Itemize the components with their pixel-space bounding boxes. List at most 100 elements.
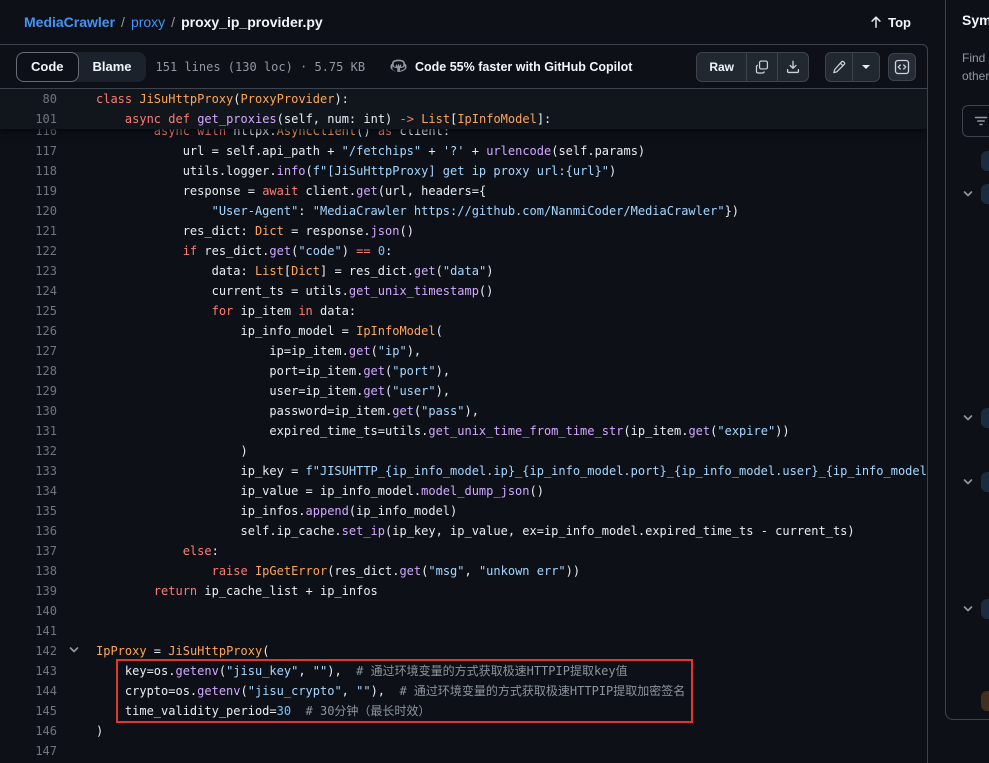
line-number[interactable]: 134 xyxy=(0,481,57,501)
symbols-panel: Symbols Find definitions and references … xyxy=(945,0,989,720)
breadcrumb-separator: / xyxy=(121,14,125,30)
symbols-panel-title: Symbols xyxy=(962,12,989,28)
code-text: password=ip_item.get("pass"), xyxy=(96,401,927,421)
download-button[interactable] xyxy=(778,53,808,81)
tab-blame[interactable]: Blame xyxy=(79,52,146,82)
line-number[interactable]: 144 xyxy=(0,681,57,701)
line-number[interactable]: 141 xyxy=(0,621,57,641)
line-number[interactable]: 146 xyxy=(0,721,57,741)
line-number[interactable]: 130 xyxy=(0,401,57,421)
file-actions: Raw xyxy=(696,52,916,82)
code-text: raise IpGetError(res_dict.get("msg", "un… xyxy=(96,561,927,581)
line-number[interactable]: 125 xyxy=(0,301,57,321)
gutter xyxy=(57,741,96,761)
line-number[interactable]: 123 xyxy=(0,261,57,281)
symbols-toggle-button[interactable] xyxy=(888,53,916,81)
line-number[interactable]: 139 xyxy=(0,581,57,601)
pencil-icon xyxy=(832,60,846,74)
code-line: 122 if res_dict.get("code") == 0: xyxy=(0,241,927,261)
symbols-panel-description: Find definitions and references for func… xyxy=(962,49,989,85)
line-number[interactable]: 117 xyxy=(0,141,57,161)
symbol-pill[interactable] xyxy=(981,472,989,492)
gutter xyxy=(57,201,96,221)
line-number[interactable]: 142 xyxy=(0,641,57,661)
breadcrumb-folder-link[interactable]: proxy xyxy=(131,14,165,30)
symbol-pill[interactable] xyxy=(981,184,989,204)
code-line: 134 ip_value = ip_info_model.model_dump_… xyxy=(0,481,927,501)
line-number[interactable]: 143 xyxy=(0,661,57,681)
gutter xyxy=(57,641,96,661)
gutter xyxy=(57,701,96,721)
line-number[interactable]: 121 xyxy=(0,221,57,241)
chevron-down-icon[interactable] xyxy=(963,604,973,614)
code-line: 121 res_dict: Dict = response.json() xyxy=(0,221,927,241)
breadcrumb-repo-link[interactable]: MediaCrawler xyxy=(24,14,115,30)
code-text xyxy=(96,741,927,761)
code-line: 141 xyxy=(0,621,927,641)
gutter xyxy=(57,161,96,181)
line-number[interactable]: 124 xyxy=(0,281,57,301)
line-number[interactable]: 127 xyxy=(0,341,57,361)
line-number[interactable]: 119 xyxy=(0,181,57,201)
gutter xyxy=(57,661,96,681)
gutter xyxy=(57,481,96,501)
code-text: else: xyxy=(96,541,927,561)
back-to-top-button[interactable]: Top xyxy=(869,15,911,30)
line-number[interactable]: 118 xyxy=(0,161,57,181)
symbol-tree-item[interactable] xyxy=(946,599,989,619)
symbol-pill[interactable] xyxy=(981,151,989,171)
gutter xyxy=(57,441,96,461)
code-text: ) xyxy=(96,441,927,461)
symbol-pill[interactable] xyxy=(981,691,989,711)
gutter xyxy=(57,181,96,201)
gutter xyxy=(57,321,96,341)
code-text: ip_info_model = IpInfoModel( xyxy=(96,321,927,341)
line-number[interactable]: 137 xyxy=(0,541,57,561)
chevron-down-icon[interactable] xyxy=(963,413,973,423)
gutter xyxy=(57,401,96,421)
chevron-down-icon[interactable] xyxy=(963,477,973,487)
symbol-tree-item[interactable] xyxy=(946,151,989,171)
line-number[interactable]: 145 xyxy=(0,701,57,721)
line-number[interactable]: 80 xyxy=(0,89,57,109)
line-number[interactable]: 140 xyxy=(0,601,57,621)
line-number[interactable]: 128 xyxy=(0,361,57,381)
breadcrumb: MediaCrawler / proxy / proxy_ip_provider… xyxy=(0,0,928,44)
line-number[interactable]: 132 xyxy=(0,441,57,461)
code-line: 147 xyxy=(0,741,927,761)
sticky-scope-lines: 80class JiSuHttpProxy(ProxyProvider):101… xyxy=(0,89,927,129)
code-text: res_dict: Dict = response.json() xyxy=(96,221,927,241)
symbol-tree-item[interactable] xyxy=(946,408,989,428)
symbol-tree-item[interactable] xyxy=(946,184,989,204)
symbol-tree-item[interactable] xyxy=(946,472,989,492)
raw-button[interactable]: Raw xyxy=(697,53,747,81)
symbol-pill[interactable] xyxy=(981,599,989,619)
line-number[interactable]: 131 xyxy=(0,421,57,441)
edit-file-button[interactable] xyxy=(826,53,853,81)
filter-symbols-button[interactable] xyxy=(962,105,989,137)
code-text xyxy=(96,601,927,621)
line-number[interactable]: 135 xyxy=(0,501,57,521)
line-number[interactable]: 126 xyxy=(0,321,57,341)
tab-code[interactable]: Code xyxy=(16,52,79,82)
edit-dropdown-button[interactable] xyxy=(853,53,879,81)
line-number[interactable]: 133 xyxy=(0,461,57,481)
fold-chevron-icon[interactable] xyxy=(69,645,79,655)
line-number[interactable]: 129 xyxy=(0,381,57,401)
code-text: port=ip_item.get("port"), xyxy=(96,361,927,381)
line-number[interactable]: 120 xyxy=(0,201,57,221)
chevron-down-icon[interactable] xyxy=(963,189,973,199)
symbol-pill[interactable] xyxy=(981,408,989,428)
line-number[interactable]: 147 xyxy=(0,741,57,761)
copy-raw-button[interactable] xyxy=(747,53,778,81)
line-number[interactable]: 138 xyxy=(0,561,57,581)
line-number[interactable]: 122 xyxy=(0,241,57,261)
copilot-banner[interactable]: Code 55% faster with GitHub Copilot xyxy=(390,45,632,88)
symbol-tree-item[interactable] xyxy=(946,691,989,711)
line-number[interactable]: 136 xyxy=(0,521,57,541)
code-text: async def get_proxies(self, num: int) ->… xyxy=(96,109,927,129)
code-text: ip_key = f"JISUHTTP_{ip_info_model.ip}_{… xyxy=(96,461,927,481)
code-text: user=ip_item.get("user"), xyxy=(96,381,927,401)
download-icon xyxy=(786,60,800,74)
line-number[interactable]: 101 xyxy=(0,109,57,129)
